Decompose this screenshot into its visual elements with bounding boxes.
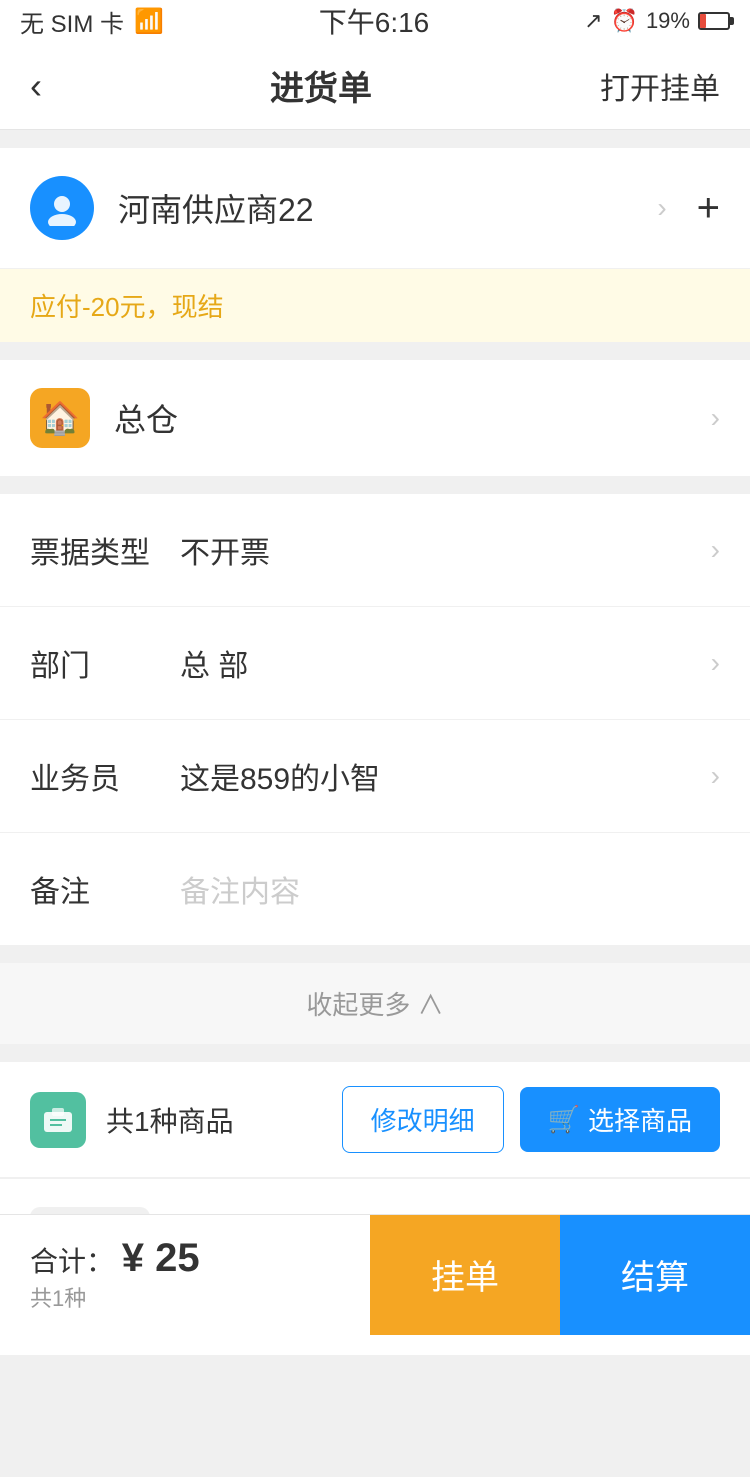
back-button[interactable]: ‹ — [30, 65, 42, 107]
status-time: 下午6:16 — [319, 1, 430, 41]
status-right: ↗ ⏰ 19% — [584, 8, 730, 34]
battery-icon — [698, 12, 730, 30]
warehouse-icon: 🏠 — [30, 388, 90, 448]
salesperson-label: 业务员 — [30, 754, 150, 798]
status-left: 无 SIM 卡 📶 — [20, 4, 164, 39]
bill-type-label: 票据类型 — [30, 528, 150, 572]
total-value: ¥ 25 — [122, 1236, 200, 1280]
alarm-icon: ⏰ — [611, 8, 638, 34]
supplier-row[interactable]: 河南供应商22 › + — [0, 148, 750, 269]
supplier-avatar — [30, 176, 94, 240]
checkout-button[interactable]: 结算 — [560, 1215, 750, 1335]
warehouse-name: 总仓 — [114, 395, 711, 441]
collapse-bar[interactable]: 收起更多 ∧ — [0, 963, 750, 1044]
salesperson-row[interactable]: 业务员 这是859的小智 › — [0, 720, 750, 833]
total-section: 合计： ¥ 25 共1种 — [0, 1236, 370, 1313]
notice-text: 应付-20元，现结 — [30, 292, 224, 322]
notice-bar: 应付-20元，现结 — [0, 269, 750, 342]
products-header: 共1种商品 修改明细 🛒 选择商品 — [0, 1062, 750, 1177]
wifi-icon: 📶 — [134, 7, 164, 36]
department-label: 部门 — [30, 641, 150, 685]
location-icon: ↗ — [584, 8, 602, 34]
warehouse-card: 🏠 总仓 › — [0, 360, 750, 476]
total-row: 合计： ¥ 25 — [30, 1236, 340, 1281]
hang-button[interactable]: 挂单 — [370, 1215, 560, 1335]
open-hang-button[interactable]: 打开挂单 — [600, 64, 720, 108]
total-label: 合计： — [30, 1246, 114, 1277]
chevron-right-icon: › — [711, 647, 720, 679]
edit-detail-button[interactable]: 修改明细 — [342, 1086, 504, 1153]
battery-label: 19% — [646, 8, 690, 34]
chevron-right-icon: › — [711, 402, 720, 434]
cart-icon: 🛒 — [548, 1104, 580, 1135]
products-count: 共1种商品 — [106, 1100, 342, 1140]
form-card: 票据类型 不开票 › 部门 总 部 › 业务员 这是859的小智 › 备注 备注… — [0, 494, 750, 945]
remark-row[interactable]: 备注 备注内容 — [0, 833, 750, 945]
department-row[interactable]: 部门 总 部 › — [0, 607, 750, 720]
bottom-bar: 合计： ¥ 25 共1种 挂单 结算 — [0, 1214, 750, 1334]
chevron-right-icon: › — [657, 192, 666, 224]
remark-input[interactable]: 备注内容 — [150, 867, 720, 911]
remark-label: 备注 — [30, 867, 150, 911]
supplier-card: 河南供应商22 › + 应付-20元，现结 — [0, 148, 750, 342]
bill-type-row[interactable]: 票据类型 不开票 › — [0, 494, 750, 607]
warehouse-row[interactable]: 🏠 总仓 › — [0, 360, 750, 476]
nav-bar: ‹ 进货单 打开挂单 — [0, 42, 750, 130]
products-icon — [30, 1092, 86, 1148]
chevron-right-icon: › — [711, 760, 720, 792]
sim-label: 无 SIM 卡 — [20, 4, 124, 39]
chevron-right-icon: › — [711, 534, 720, 566]
total-count: 共1种 — [30, 1281, 340, 1313]
select-product-button[interactable]: 🛒 选择商品 — [520, 1087, 720, 1152]
department-value: 总 部 — [150, 641, 711, 685]
salesperson-value: 这是859的小智 — [150, 754, 711, 798]
status-bar: 无 SIM 卡 📶 下午6:16 ↗ ⏰ 19% — [0, 0, 750, 42]
page-title: 进货单 — [270, 61, 372, 110]
supplier-name: 河南供应商22 — [118, 185, 657, 231]
add-button[interactable]: + — [697, 186, 720, 231]
bill-type-value: 不开票 — [150, 528, 711, 572]
